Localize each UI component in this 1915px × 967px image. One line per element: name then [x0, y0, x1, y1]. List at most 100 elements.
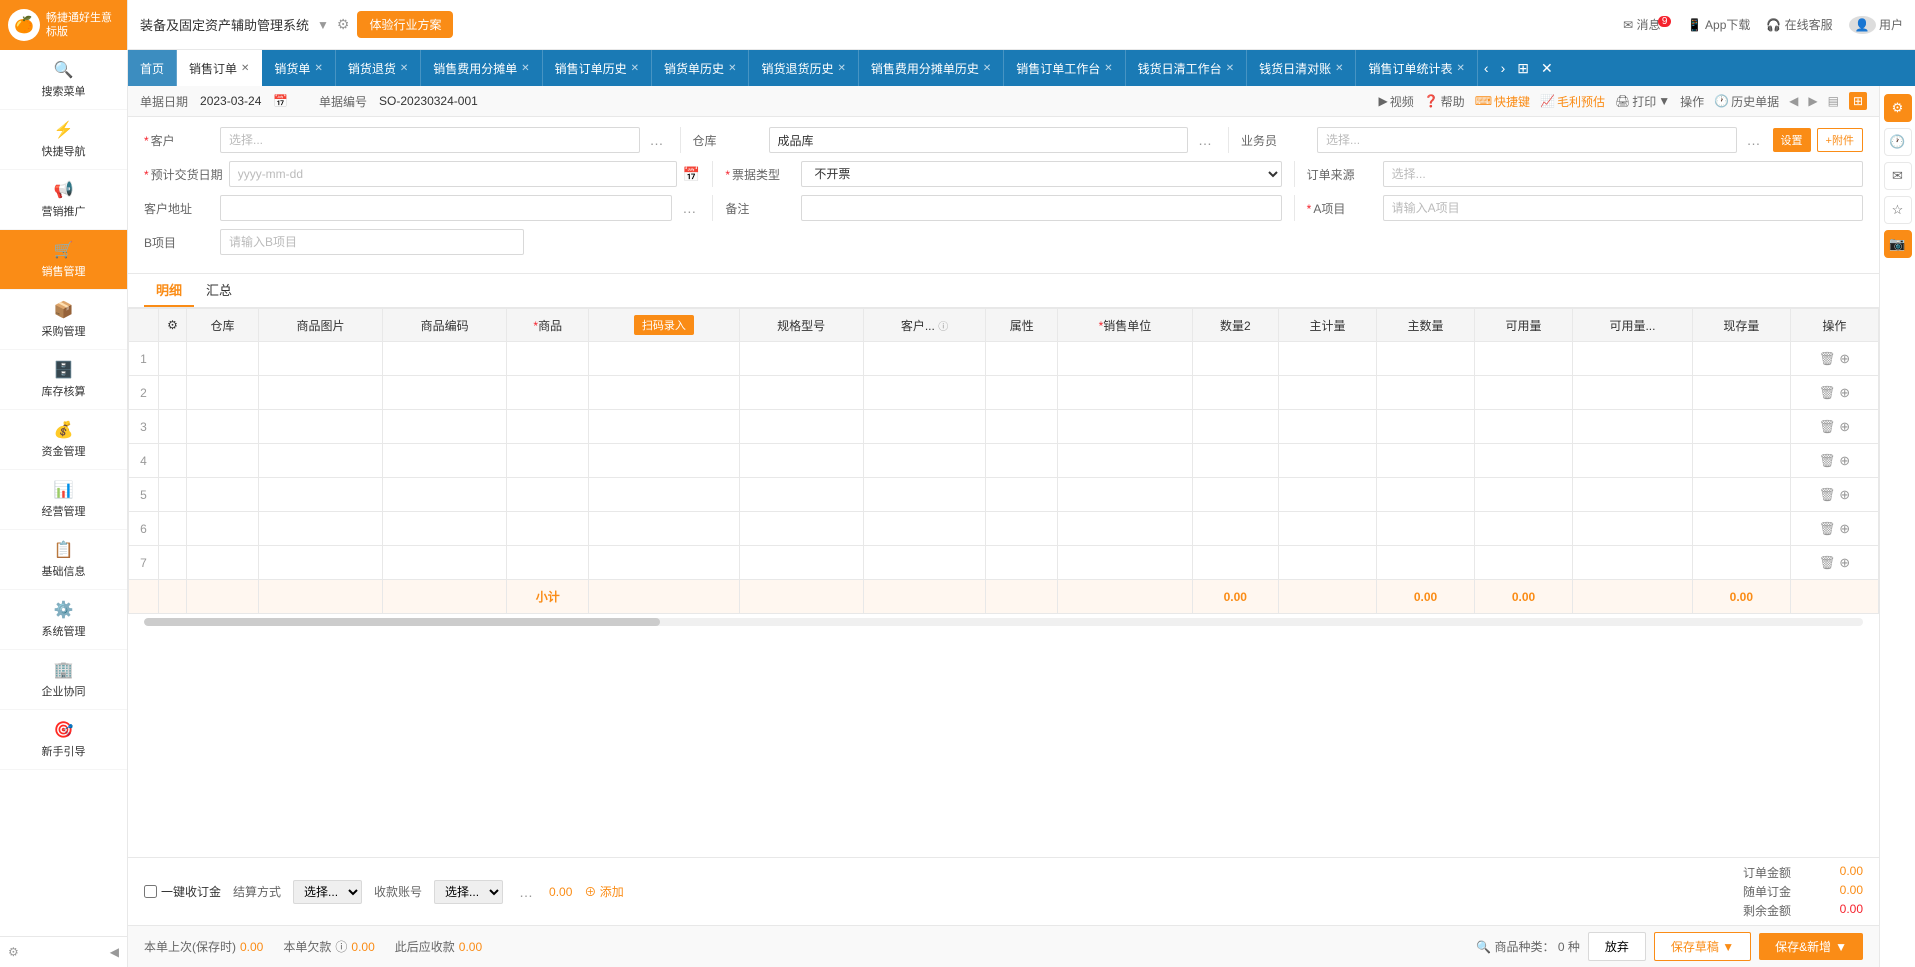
row-1-unit[interactable]	[1058, 342, 1192, 376]
address-more-icon[interactable]: …	[678, 200, 700, 216]
sidebar-item-operations[interactable]: 📊 经营管理	[0, 470, 127, 530]
row-4-spec[interactable]	[739, 444, 863, 478]
row-6-main-unit[interactable]	[1279, 512, 1377, 546]
delete-icon[interactable]: 🗑	[1819, 555, 1836, 571]
copy-icon[interactable]: ⊕	[1839, 555, 1850, 571]
tab-close-icon[interactable]: ✕	[241, 63, 249, 74]
discard-button[interactable]: 放弃	[1588, 932, 1646, 961]
tab-close-icon[interactable]: ✕	[1226, 63, 1234, 74]
sidebar-item-search[interactable]: 🔍 搜索菜单	[0, 50, 127, 110]
row-6-code[interactable]	[383, 512, 507, 546]
row-2-unit[interactable]	[1058, 376, 1192, 410]
tab-close-icon[interactable]: ✕	[400, 63, 408, 74]
tab-close-all-button[interactable]: ✕	[1535, 50, 1559, 86]
industry-solution-button[interactable]: 体验行业方案	[357, 11, 453, 38]
attachment-button[interactable]: +附件	[1817, 128, 1863, 152]
row-5-code[interactable]	[383, 478, 507, 512]
tab-sales-order[interactable]: 销售订单 ✕	[177, 50, 262, 86]
tab-order-stats[interactable]: 销售订单统计表 ✕	[1356, 50, 1477, 86]
tab-sales-invoice[interactable]: 销货单 ✕	[262, 50, 335, 86]
row-7-customer-code[interactable]	[863, 546, 986, 580]
draft-button[interactable]: 保存草稿 ▼	[1654, 932, 1751, 961]
col-gear[interactable]: ⚙	[159, 309, 187, 342]
row-7-code[interactable]	[383, 546, 507, 580]
customer-input[interactable]	[220, 127, 640, 153]
settings-icon[interactable]: ⚙	[337, 16, 350, 33]
one-click-checkbox[interactable]	[144, 885, 157, 898]
history-button[interactable]: 🕐 历史单据	[1714, 93, 1779, 110]
tab-close-icon[interactable]: ✕	[837, 63, 845, 74]
right-btn-3[interactable]: ✉	[1884, 162, 1912, 190]
copy-icon[interactable]: ⊕	[1839, 487, 1850, 503]
tab-expense-history[interactable]: 销售费用分摊单历史 ✕	[859, 50, 1004, 86]
tab-return-history[interactable]: 销货退货历史 ✕	[749, 50, 858, 86]
message-button[interactable]: ✉ 消息 9	[1623, 16, 1671, 33]
nav-next-icon[interactable]: ▶	[1808, 94, 1817, 108]
row-6-unit[interactable]	[1058, 512, 1192, 546]
row-1-spec[interactable]	[739, 342, 863, 376]
row-1-main-unit[interactable]	[1279, 342, 1377, 376]
right-btn-4[interactable]: ☆	[1884, 196, 1912, 224]
b-project-input[interactable]	[220, 229, 524, 255]
table-scrollbar[interactable]	[144, 618, 1863, 626]
tab-close-icon[interactable]: ✕	[1335, 63, 1343, 74]
delete-icon[interactable]: 🗑	[1819, 385, 1836, 401]
delivery-date-input[interactable]	[229, 161, 677, 187]
warehouse-more-icon[interactable]: …	[1194, 132, 1216, 148]
sidebar-item-quick-nav[interactable]: ⚡ 快捷导航	[0, 110, 127, 170]
sidebar-item-finance[interactable]: 💰 资金管理	[0, 410, 127, 470]
settings-button[interactable]: 设置	[1773, 128, 1811, 152]
sidebar-collapse-icon[interactable]: ◀	[110, 945, 119, 959]
row-3-customer-code[interactable]	[863, 410, 986, 444]
expand-icon[interactable]: ⊞	[1849, 92, 1867, 110]
row-2-customer-code[interactable]	[863, 376, 986, 410]
delete-icon[interactable]: 🗑	[1819, 453, 1836, 469]
row-7-main-unit[interactable]	[1279, 546, 1377, 580]
tab-prev-button[interactable]: ‹	[1478, 50, 1495, 86]
tab-next-button[interactable]: ›	[1495, 50, 1512, 86]
copy-icon[interactable]: ⊕	[1839, 521, 1850, 537]
row-5-warehouse[interactable]	[187, 478, 259, 512]
row-5-spec[interactable]	[739, 478, 863, 512]
sidebar-item-sales[interactable]: 🛒 销售管理	[0, 230, 127, 290]
tab-sales-return[interactable]: 销货退货 ✕	[336, 50, 421, 86]
delete-icon[interactable]: 🗑	[1819, 351, 1836, 367]
row-4-main-qty[interactable]	[1377, 444, 1475, 478]
row-6-spec[interactable]	[739, 512, 863, 546]
tab-more-button[interactable]: ⊞	[1511, 50, 1535, 86]
sidebar-item-inventory[interactable]: 🗄️ 库存核算	[0, 350, 127, 410]
right-btn-5[interactable]: 📷	[1884, 230, 1912, 258]
settlement-select[interactable]: 选择...	[293, 880, 362, 904]
row-4-qty2[interactable]	[1192, 444, 1278, 478]
tab-daily-reconcile[interactable]: 钱货日清对账 ✕	[1247, 50, 1356, 86]
row-1-warehouse[interactable]	[187, 342, 259, 376]
sidebar-item-enterprise[interactable]: 🏢 企业协同	[0, 650, 127, 710]
row-4-code[interactable]	[383, 444, 507, 478]
row-2-code[interactable]	[383, 376, 507, 410]
row-3-main-qty[interactable]	[1377, 410, 1475, 444]
row-5-main-unit[interactable]	[1279, 478, 1377, 512]
row-6-attribute[interactable]	[986, 512, 1058, 546]
delete-icon[interactable]: 🗑	[1819, 487, 1836, 503]
row-3-spec[interactable]	[739, 410, 863, 444]
row-6-main-qty[interactable]	[1377, 512, 1475, 546]
sidebar-item-guide[interactable]: 🎯 新手引导	[0, 710, 127, 770]
calendar-icon[interactable]: 📅	[273, 94, 288, 108]
row-1-qty2[interactable]	[1192, 342, 1278, 376]
row-2-warehouse[interactable]	[187, 376, 259, 410]
row-4-product[interactable]	[507, 444, 589, 478]
row-3-unit[interactable]	[1058, 410, 1192, 444]
tab-sales-order-history[interactable]: 销售订单历史 ✕	[543, 50, 652, 86]
date-picker-icon[interactable]: 📅	[683, 166, 700, 183]
row-3-code[interactable]	[383, 410, 507, 444]
profit-button[interactable]: 📈 毛利预估	[1540, 93, 1605, 110]
tab-order-workbench[interactable]: 销售订单工作台 ✕	[1004, 50, 1125, 86]
salesperson-input[interactable]	[1317, 127, 1737, 153]
bank-more-icon[interactable]: …	[515, 884, 537, 900]
row-7-unit[interactable]	[1058, 546, 1192, 580]
row-4-warehouse[interactable]	[187, 444, 259, 478]
row-2-main-qty[interactable]	[1377, 376, 1475, 410]
row-6-qty2[interactable]	[1192, 512, 1278, 546]
row-7-product[interactable]	[507, 546, 589, 580]
row-2-main-unit[interactable]	[1279, 376, 1377, 410]
